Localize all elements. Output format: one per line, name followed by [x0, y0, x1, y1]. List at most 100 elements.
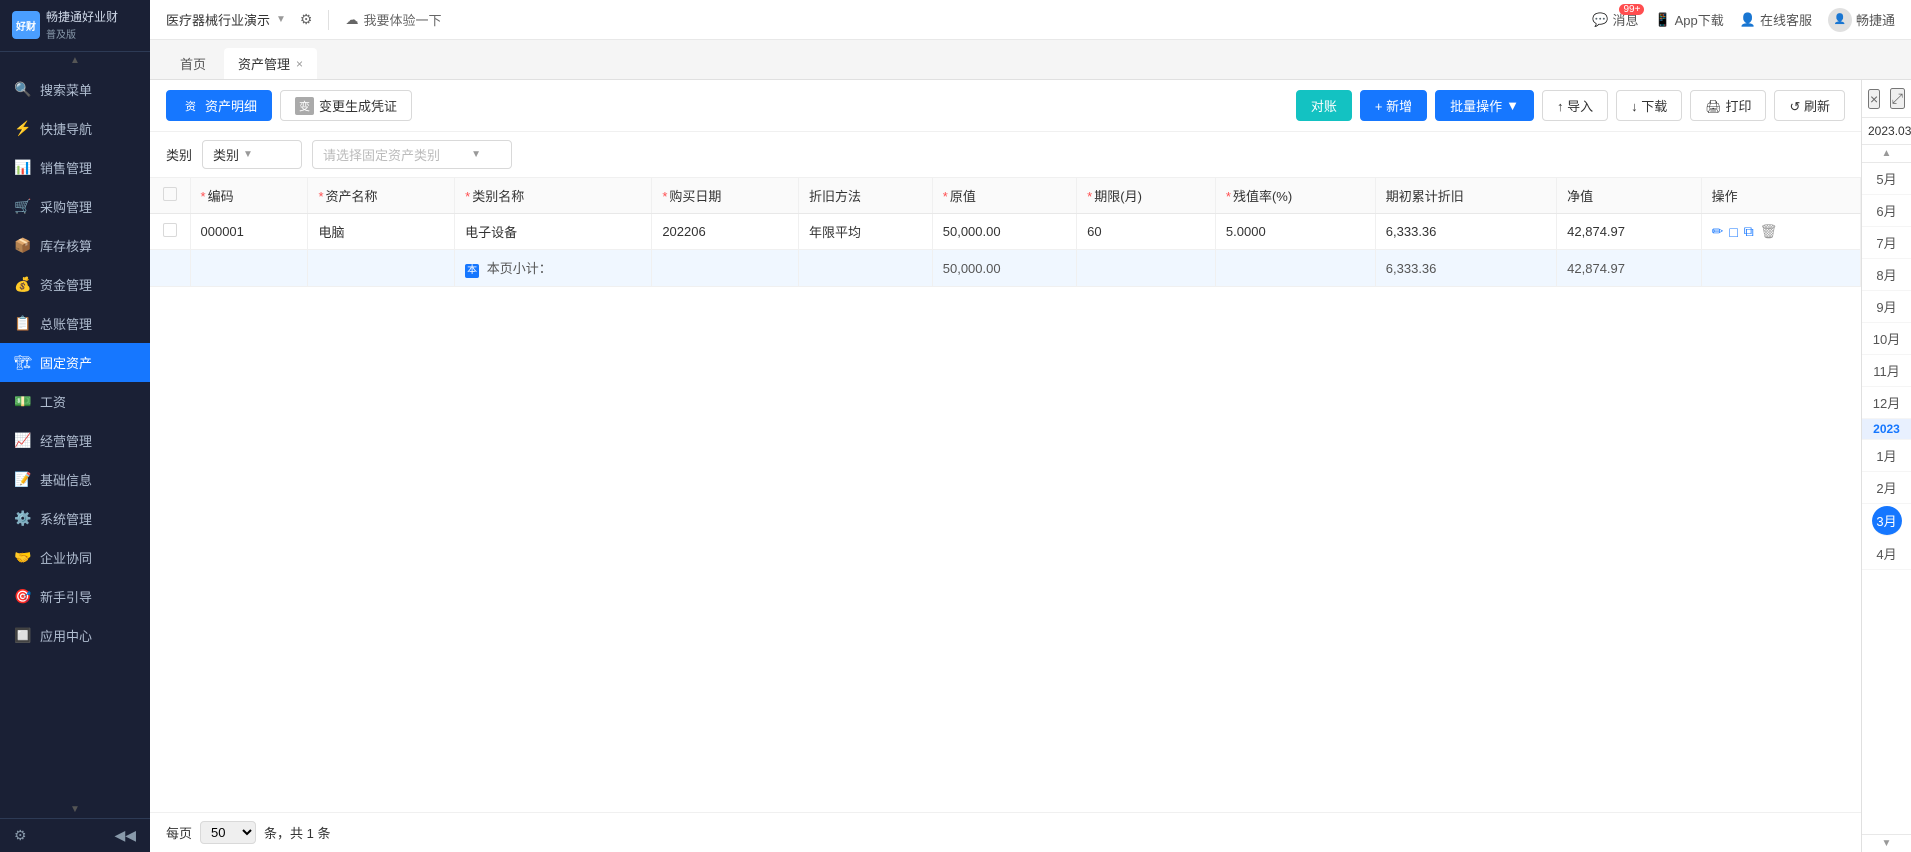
guide-icon: 🎯 [14, 588, 32, 605]
sidebar-logo: 好财 畅捷通好业财 普及版 [0, 0, 150, 52]
month-2[interactable]: 2月 [1862, 472, 1911, 504]
download-btn[interactable]: ↓ 下载 [1616, 90, 1682, 121]
cell-net-value: 42,874.97 [1557, 214, 1701, 250]
row-checkbox-cell [150, 214, 190, 250]
category-placeholder: 请选择固定资产类别 [323, 145, 440, 164]
col-residual-rate: *残值率(%) [1215, 178, 1375, 214]
support-icon: 👤 [1740, 12, 1756, 28]
sidebar-label-ledger: 总账管理 [40, 314, 92, 333]
sidebar-item-ledger[interactable]: 📋 总账管理 [0, 304, 150, 343]
download-icon: 📱 [1654, 12, 1670, 28]
sidebar-item-funds[interactable]: 💰 资金管理 [0, 265, 150, 304]
month-4[interactable]: 4月 [1862, 538, 1911, 570]
month-10[interactable]: 10月 [1862, 323, 1911, 355]
payroll-icon: 💵 [14, 393, 32, 410]
import-btn[interactable]: ↑ 导入 [1542, 90, 1608, 121]
sidebar-item-guide[interactable]: 🎯 新手引导 [0, 577, 150, 616]
sidebar-item-fixed-assets[interactable]: 🏗 固定资产 [0, 343, 150, 382]
online-support-label: 在线客服 [1760, 10, 1812, 29]
month-9[interactable]: 9月 [1862, 291, 1911, 323]
copy-btn[interactable]: □ [1729, 223, 1737, 240]
settings-icon[interactable]: ⚙ [14, 827, 27, 844]
col-code: *编码 [190, 178, 308, 214]
sidebar-item-quick-nav[interactable]: ⚡ 快捷导航 [0, 109, 150, 148]
batch-btn[interactable]: 批量操作 ▼ [1435, 90, 1534, 121]
panel-expand-btn[interactable]: ⤢ [1890, 88, 1905, 109]
month-1[interactable]: 1月 [1862, 440, 1911, 472]
link-btn[interactable]: ⧉ [1744, 223, 1754, 240]
month-8[interactable]: 8月 [1862, 259, 1911, 291]
sidebar-label-search: 搜索菜单 [40, 80, 92, 99]
cell-operations: ✏ □ ⧉ 🗑 [1701, 214, 1860, 250]
month-11[interactable]: 11月 [1862, 355, 1911, 387]
online-support-btn[interactable]: 👤 在线客服 [1740, 10, 1812, 29]
messages-btn[interactable]: 💬 消息 99+ [1592, 10, 1638, 29]
panel-scroll-up[interactable]: ▲ [1862, 145, 1911, 163]
subtotal-row: 本 本页小计： 50,000.00 6,333.36 42,874.97 [150, 250, 1861, 287]
tab-voucher-btn[interactable]: 变 变更生成凭证 [280, 90, 412, 121]
cell-purchase-date: 202206 [652, 214, 799, 250]
sidebar-item-inventory[interactable]: 📦 库存核算 [0, 226, 150, 265]
month-5[interactable]: 5月 [1862, 163, 1911, 195]
user-btn[interactable]: 👤 畅捷通 [1828, 8, 1895, 32]
tab-asset-detail-btn[interactable]: 资 资产明细 [166, 90, 272, 121]
refresh-btn[interactable]: ↺ 刷新 [1774, 90, 1845, 121]
tab-home[interactable]: 首页 [166, 48, 220, 79]
cell-accumulated-depreciation: 6,333.36 [1375, 214, 1556, 250]
system-icon: ⚙️ [14, 510, 32, 527]
sidebar-item-enterprise[interactable]: 🤝 企业协同 [0, 538, 150, 577]
select-all-checkbox[interactable] [163, 187, 177, 201]
per-page-select[interactable]: 50 20 100 [200, 821, 256, 844]
sidebar-item-system[interactable]: ⚙️ 系统管理 [0, 499, 150, 538]
new-btn[interactable]: + 新增 [1360, 90, 1427, 121]
tab-asset-management[interactable]: 资产管理 × [224, 48, 317, 79]
sidebar-scroll-down[interactable]: ▼ [0, 800, 150, 818]
edit-btn[interactable]: ✏ [1712, 223, 1724, 240]
experience-btn[interactable]: ☁ 我要体验一下 [345, 10, 441, 29]
cell-code: 000001 [190, 214, 308, 250]
sidebar-bottom-bar: ⚙ ◀◀ [0, 818, 150, 852]
col-category: *类别名称 [455, 178, 652, 214]
basic-info-icon: 📝 [14, 471, 32, 488]
sidebar-menu: 🔍 搜索菜单 ⚡ 快捷导航 📊 销售管理 🛒 采购管理 📦 库存核算 💰 资金管… [0, 70, 150, 800]
sidebar-item-apps[interactable]: 🔲 应用中心 [0, 616, 150, 655]
sidebar-label-sales: 销售管理 [40, 158, 92, 177]
voucher-icon: 变 [295, 97, 314, 115]
sales-icon: 📊 [14, 159, 32, 176]
print-btn[interactable]: 🖨 打印 [1690, 90, 1766, 121]
company-name: 医疗器械行业演示 [166, 10, 270, 29]
panel-close-btn[interactable]: × [1868, 89, 1880, 109]
sidebar: 好财 畅捷通好业财 普及版 ▲ 🔍 搜索菜单 ⚡ 快捷导航 📊 销售管理 🛒 采… [0, 0, 150, 852]
category-select-asset-type[interactable]: 请选择固定资产类别 ▼ [312, 140, 512, 169]
row-checkbox[interactable] [163, 223, 177, 237]
month-7[interactable]: 7月 [1862, 227, 1911, 259]
reconcile-btn[interactable]: 对账 [1296, 90, 1352, 121]
sidebar-item-basic-info[interactable]: 📝 基础信息 [0, 460, 150, 499]
company-selector[interactable]: 医疗器械行业演示 ▼ [166, 10, 286, 29]
sidebar-item-purchase[interactable]: 🛒 采购管理 [0, 187, 150, 226]
sidebar-item-operations[interactable]: 📈 经营管理 [0, 421, 150, 460]
app-download-btn[interactable]: 📱 App下载 [1654, 10, 1723, 29]
messages-badge: 99+ [1619, 4, 1644, 15]
category-select-type[interactable]: 类别 ▼ [202, 140, 302, 169]
col-net-value: 净值 [1557, 178, 1701, 214]
month-6[interactable]: 6月 [1862, 195, 1911, 227]
panel-scroll-down[interactable]: ▼ [1862, 834, 1911, 852]
sidebar-label-guide: 新手引导 [40, 587, 92, 606]
sidebar-item-search[interactable]: 🔍 搜索菜单 [0, 70, 150, 109]
collapse-icon[interactable]: ◀◀ [114, 827, 136, 844]
sidebar-scroll-up[interactable]: ▲ [0, 52, 150, 70]
month-12[interactable]: 12月 [1862, 387, 1911, 419]
col-purchase-date: *购买日期 [652, 178, 799, 214]
month-3-current[interactable]: 3月 [1872, 506, 1902, 536]
category-label: 类别 [166, 145, 192, 164]
delete-btn[interactable]: 🗑 [1760, 223, 1778, 240]
year-2023-divider: 2023 [1862, 419, 1911, 440]
tab-close-icon[interactable]: × [296, 57, 303, 71]
cell-period: 60 [1077, 214, 1216, 250]
settings-gear-icon[interactable]: ⚙ [300, 11, 313, 28]
sidebar-item-sales[interactable]: 📊 销售管理 [0, 148, 150, 187]
sidebar-item-payroll[interactable]: 💵 工资 [0, 382, 150, 421]
main-area: 医疗器械行业演示 ▼ ⚙ ☁ 我要体验一下 💬 消息 99+ 📱 App下载 👤… [150, 0, 1911, 852]
enterprise-icon: 🤝 [14, 549, 32, 566]
